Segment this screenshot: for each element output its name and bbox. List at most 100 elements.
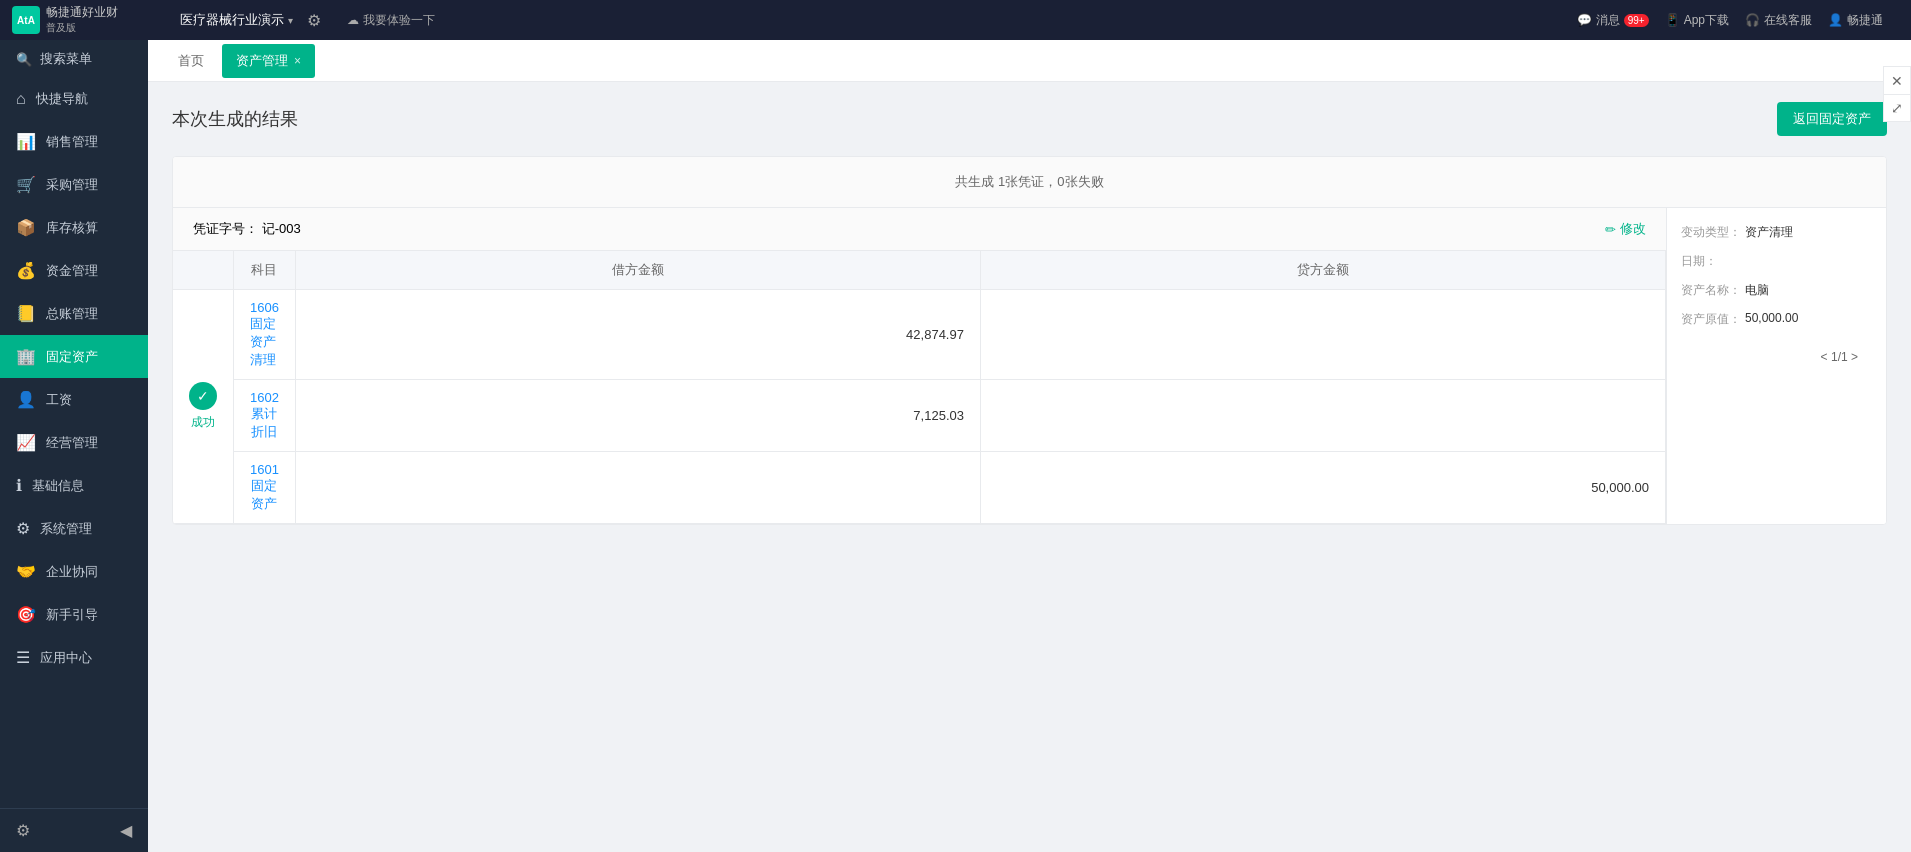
sidebar-label-basic-info: 基础信息 [32,477,84,495]
credit-cell-1 [980,290,1665,380]
app-center-icon: ☰ [16,648,30,667]
top-header: AtA 畅捷通好业财 普及版 医疗器械行业演示 ▾ ⚙ ☁ 我要体验一下 💬 消… [0,0,1911,40]
header-right: 💬 消息 99+ 📱 App下载 🎧 在线客服 👤 畅捷通 [1577,12,1899,29]
basic-info-icon: ℹ [16,476,22,495]
chevron-down-icon: ▾ [288,15,293,26]
experience-label: 我要体验一下 [363,12,435,29]
voucher-header: 凭证字号： 记-003 ✏ 修改 [173,208,1666,251]
table-row: ✓ 成功 1606 固定资产清理 42,874.97 [173,290,1666,380]
debit-cell-1: 42,874.97 [295,290,980,380]
sidebar-label-app-center: 应用中心 [40,649,92,667]
table-col-credit: 贷方金额 [980,251,1665,290]
close-panel-button[interactable]: ✕ [1883,82,1911,94]
inventory-icon: 📦 [16,218,36,237]
online-service-label: 在线客服 [1764,12,1812,29]
tab-bar: 首页 资产管理 × [148,40,1911,82]
sidebar-collapse-icon[interactable]: ◀ [120,821,132,840]
sidebar-item-ledger[interactable]: 📒 总账管理 [0,292,148,335]
table-col-status [173,251,234,290]
voucher-main: 凭证字号： 记-003 ✏ 修改 [173,208,1666,524]
app-download-icon: 📱 [1665,13,1680,27]
sidebar-item-purchase[interactable]: 🛒 采购管理 [0,163,148,206]
user-area[interactable]: 👤 畅捷通 [1828,12,1883,29]
sidebar-search-label: 搜索菜单 [40,50,92,68]
experience-icon: ☁ [347,13,359,27]
sidebar-item-inventory[interactable]: 📦 库存核算 [0,206,148,249]
table-row: 1602 累计折旧 7,125.03 [173,380,1666,452]
subject-cell-2: 1602 累计折旧 [234,380,296,452]
expand-panel-button[interactable]: ⤢ [1883,94,1911,122]
sidebar-label-business: 经营管理 [46,434,98,452]
experience-button[interactable]: ☁ 我要体验一下 [347,12,435,29]
sidebar-search-item[interactable]: 🔍 搜索菜单 [0,40,148,78]
system-icon: ⚙ [16,519,30,538]
company-selector[interactable]: 医疗器械行业演示 ▾ [180,11,293,29]
voucher-number: 凭证字号： 记-003 [193,220,301,238]
next-page-icon[interactable]: > [1851,350,1858,364]
asset-name-row: 资产名称： 电脑 [1681,282,1872,299]
asset-value-row: 资产原值： 50,000.00 [1681,311,1872,328]
sidebar-item-finance[interactable]: 💰 资金管理 [0,249,148,292]
result-panel: 共生成 1张凭证，0张失败 凭证字号： 记-003 ✏ 修改 [172,156,1887,525]
table-col-debit: 借方金额 [295,251,980,290]
return-fixed-assets-button[interactable]: 返回固定资产 [1777,102,1887,136]
sidebar-item-guide[interactable]: 🎯 新手引导 [0,593,148,636]
pagination[interactable]: < 1/1 > [1681,340,1872,374]
sidebar-item-fixed-assets[interactable]: 🏢 固定资产 [0,335,148,378]
tab-asset-management[interactable]: 资产管理 × [222,44,315,78]
sidebar-label-finance: 资金管理 [46,262,98,280]
success-label: 成功 [189,414,217,431]
voucher-table: 科目 借方金额 贷方金额 ✓ 成功 [173,251,1666,524]
purchase-icon: 🛒 [16,175,36,194]
change-type-label: 变动类型： [1681,224,1745,241]
debit-cell-3 [295,452,980,524]
sidebar-scroll: 🔍 搜索菜单 ⌂ 快捷导航 📊 销售管理 🛒 采购管理 📦 库存核算 💰 [0,40,148,808]
user-label: 畅捷通 [1847,12,1883,29]
tab-home[interactable]: 首页 [164,44,218,78]
sidebar-item-salary[interactable]: 👤 工资 [0,378,148,421]
logo-text: 畅捷通好业财 [46,5,118,21]
sidebar-item-system[interactable]: ⚙ 系统管理 [0,507,148,550]
sidebar: 🔍 搜索菜单 ⌂ 快捷导航 📊 销售管理 🛒 采购管理 📦 库存核算 💰 [0,40,148,852]
app-download-button[interactable]: 📱 App下载 [1665,12,1729,29]
tab-active-label: 资产管理 [236,52,288,70]
credit-cell-3: 50,000.00 [980,452,1665,524]
sidebar-settings-icon[interactable]: ⚙ [16,821,30,840]
business-icon: 📈 [16,433,36,452]
logo-badge: 普及版 [46,21,118,35]
date-label: 日期： [1681,253,1745,270]
tab-close-icon[interactable]: × [294,54,301,68]
sidebar-item-enterprise[interactable]: 🤝 企业协同 [0,550,148,593]
sidebar-label-fixed-assets: 固定资产 [46,348,98,366]
online-service-button[interactable]: 🎧 在线客服 [1745,12,1812,29]
prev-page-icon[interactable]: < [1821,350,1828,364]
sidebar-label-sales: 销售管理 [46,133,98,151]
sidebar-item-sales[interactable]: 📊 销售管理 [0,120,148,163]
sidebar-item-business[interactable]: 📈 经营管理 [0,421,148,464]
sales-icon: 📊 [16,132,36,151]
sidebar-label-inventory: 库存核算 [46,219,98,237]
voucher-number-label: 凭证字号： [193,221,258,236]
change-type-value: 资产清理 [1745,224,1872,241]
message-badge: 99+ [1624,14,1649,27]
edit-label: 修改 [1620,220,1646,238]
guide-icon: 🎯 [16,605,36,624]
result-summary: 共生成 1张凭证，0张失败 [173,157,1886,208]
debit-cell-2: 7,125.03 [295,380,980,452]
sidebar-item-quick-nav[interactable]: ⌂ 快捷导航 [0,78,148,120]
sidebar-item-app-center[interactable]: ☰ 应用中心 [0,636,148,679]
subject-cell-1: 1606 固定资产清理 [234,290,296,380]
app-download-label: App下载 [1684,12,1729,29]
sidebar-label-salary: 工资 [46,391,72,409]
credit-cell-2 [980,380,1665,452]
header-middle: 医疗器械行业演示 ▾ ⚙ ☁ 我要体验一下 [160,11,1577,30]
sidebar-item-basic-info[interactable]: ℹ 基础信息 [0,464,148,507]
message-icon: 💬 [1577,13,1592,27]
edit-button[interactable]: ✏ 修改 [1605,220,1646,238]
message-button[interactable]: 💬 消息 99+ [1577,12,1649,29]
settings-icon[interactable]: ⚙ [307,11,321,30]
table-col-subject: 科目 [234,251,296,290]
side-info-panel: 变动类型： 资产清理 日期： 资产名称： 电脑 资产原值： [1666,208,1886,524]
page-title: 本次生成的结果 [172,107,298,131]
table-row: 1601 固定资产 50,000.00 [173,452,1666,524]
